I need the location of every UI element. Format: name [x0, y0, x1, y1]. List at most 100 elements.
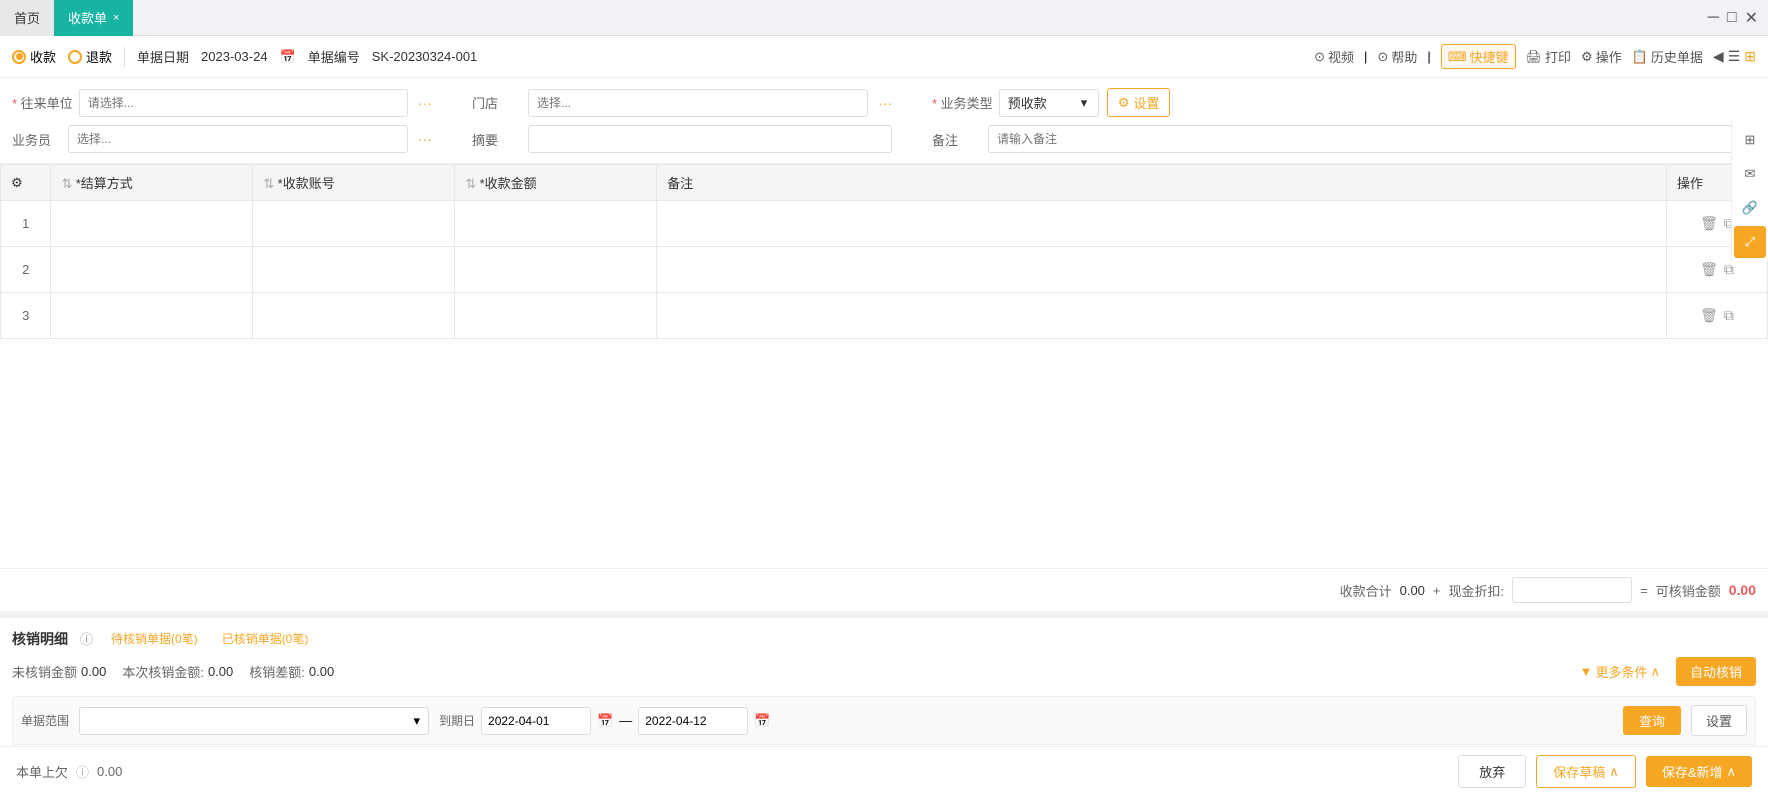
cell-settlement-1[interactable] [51, 201, 253, 247]
summary-row: 收款合计 0.00 + 现金折扣: = 可核销金额 0.00 [0, 569, 1768, 612]
sort-icon: ⇅ [61, 176, 72, 191]
cell-amount-1[interactable] [455, 201, 657, 247]
copy-row-icon-2[interactable]: ⧉ [1724, 261, 1734, 278]
counterpart-input[interactable] [79, 89, 408, 117]
abandon-button[interactable]: 放弃 [1458, 755, 1526, 788]
input-account-3[interactable] [253, 293, 454, 338]
list-view-icon[interactable]: ☰ [1728, 48, 1741, 65]
sidebar-expand-btn[interactable]: ⤢ [1734, 226, 1766, 258]
cell-remark-1[interactable] [657, 201, 1667, 247]
settings-button[interactable]: ⚙ 设置 [1107, 88, 1171, 117]
sort-icon-3: ⇅ [465, 176, 476, 191]
copy-row-icon-3[interactable]: ⧉ [1724, 307, 1734, 324]
cell-amount-3[interactable] [455, 293, 657, 339]
history-btn[interactable]: 📋 历史单据 [1632, 47, 1703, 66]
shop-label: 门店 [472, 93, 522, 112]
range-chevron-icon: ▾ [413, 713, 420, 729]
tab-close-icon[interactable]: × [113, 12, 119, 24]
sidebar-table-btn[interactable]: ⊞ [1734, 124, 1766, 156]
diff-stat: 核销差额: 0.00 [249, 662, 334, 681]
remark-field: 备注 [932, 125, 1756, 153]
tab-home[interactable]: 首页 [0, 0, 54, 36]
input-remark-3[interactable] [657, 293, 1666, 338]
date-from-input[interactable] [481, 707, 591, 735]
input-settlement-3[interactable] [51, 293, 252, 338]
sidebar-expand-icon: ⤢ [1745, 234, 1755, 250]
tab-receipt[interactable]: 收款单 × [54, 0, 133, 36]
discount-input[interactable] [1512, 577, 1632, 603]
sidebar-attach-btn[interactable]: 🔗 [1734, 192, 1766, 224]
input-settlement-2[interactable] [51, 247, 252, 292]
auto-recon-button[interactable]: 自动核销 [1676, 657, 1756, 686]
video-btn[interactable]: ⊙ 视频 [1314, 47, 1354, 66]
calendar-icon[interactable]: 📅 [280, 49, 296, 65]
shop-more-icon[interactable]: ··· [878, 95, 892, 111]
business-type-select[interactable]: 预收款 ▾ [999, 89, 1099, 117]
cell-amount-2[interactable] [455, 247, 657, 293]
save-draft-button[interactable]: 保存草稿 ∧ [1536, 755, 1636, 788]
cell-settlement-3[interactable] [51, 293, 253, 339]
cell-remark-2[interactable] [657, 247, 1667, 293]
table-gear-icon: ⚙ [11, 175, 23, 190]
cell-settlement-2[interactable] [51, 247, 253, 293]
save-new-button[interactable]: 保存&新增 ∧ [1646, 756, 1752, 787]
more-conditions-btn[interactable]: ▼ 更多条件 ∧ [1580, 662, 1660, 681]
grid-view-icon[interactable]: ⊞ [1744, 48, 1756, 65]
receipt-radio[interactable]: 收款 [12, 47, 56, 66]
cell-account-3[interactable] [253, 293, 455, 339]
close-icon[interactable]: ✕ [1745, 8, 1758, 28]
available-label: 可核销金额 [1656, 581, 1721, 600]
table-settings-header[interactable]: ⚙ [1, 165, 51, 201]
number-value: SK-20230324-001 [372, 49, 478, 64]
input-account-1[interactable] [253, 201, 454, 246]
input-amount-1[interactable] [455, 201, 656, 246]
summary-input[interactable] [528, 125, 892, 153]
print-btn[interactable]: 🖨 打印 [1526, 47, 1572, 66]
diff-value: 0.00 [309, 664, 334, 679]
help-btn[interactable]: ⊙ 帮助 [1377, 47, 1417, 66]
recon-info-icon[interactable]: ⓘ [80, 629, 93, 648]
calendar-to-icon[interactable]: 📅 [754, 713, 770, 729]
prev-view-icon[interactable]: ◀ [1713, 48, 1724, 65]
operation-btn[interactable]: ⚙ 操作 [1581, 47, 1622, 66]
staff-label: 业务员 [12, 130, 62, 149]
range-select[interactable]: ▾ [79, 707, 429, 735]
shortcut-btn[interactable]: ⌨ 快捷键 [1441, 44, 1516, 69]
input-remark-1[interactable] [657, 201, 1666, 246]
remark-input[interactable] [988, 125, 1756, 153]
cell-account-2[interactable] [253, 247, 455, 293]
delete-row-icon-1[interactable]: 🗑 [1700, 215, 1718, 232]
restore-icon[interactable]: □ [1727, 9, 1737, 27]
input-remark-2[interactable] [657, 247, 1666, 292]
staff-more-icon[interactable]: ··· [418, 131, 432, 147]
input-settlement-1[interactable] [51, 201, 252, 246]
sidebar-email-btn[interactable]: ✉ [1734, 158, 1766, 190]
date-to-input[interactable] [638, 707, 748, 735]
input-account-2[interactable] [253, 247, 454, 292]
cell-remark-3[interactable] [657, 293, 1667, 339]
input-amount-3[interactable] [455, 293, 656, 338]
cell-account-1[interactable] [253, 201, 455, 247]
pending-tab[interactable]: 待核销单据(0笔) [105, 628, 204, 649]
window-controls: ─ □ ✕ [1708, 8, 1768, 28]
table-row: 3 🗑 ⧉ [1, 293, 1768, 339]
input-amount-2[interactable] [455, 247, 656, 292]
uncancelled-value: 0.00 [81, 664, 106, 679]
shortcut-label: 快捷键 [1470, 47, 1509, 66]
filter-settings-button[interactable]: 设置 [1691, 705, 1747, 736]
business-type-label: 业务类型 [932, 93, 993, 112]
staff-input[interactable] [68, 125, 408, 153]
done-tab[interactable]: 已核销单据(0笔) [216, 628, 315, 649]
print-icon: 🖨 [1526, 49, 1543, 65]
delete-row-icon-3[interactable]: 🗑 [1700, 307, 1718, 324]
delete-row-icon-2[interactable]: 🗑 [1700, 261, 1718, 278]
query-button[interactable]: 查询 [1623, 706, 1681, 735]
shop-input[interactable] [528, 89, 868, 117]
total-value: 0.00 [1400, 583, 1425, 598]
counterpart-more-icon[interactable]: ··· [418, 95, 432, 111]
calendar-from-icon[interactable]: 📅 [597, 713, 613, 729]
uncancelled-stat: 未核销金额 0.00 [12, 662, 106, 681]
minimize-icon[interactable]: ─ [1708, 9, 1719, 27]
refund-radio[interactable]: 退款 [68, 47, 112, 66]
video-label: 视频 [1328, 47, 1354, 66]
